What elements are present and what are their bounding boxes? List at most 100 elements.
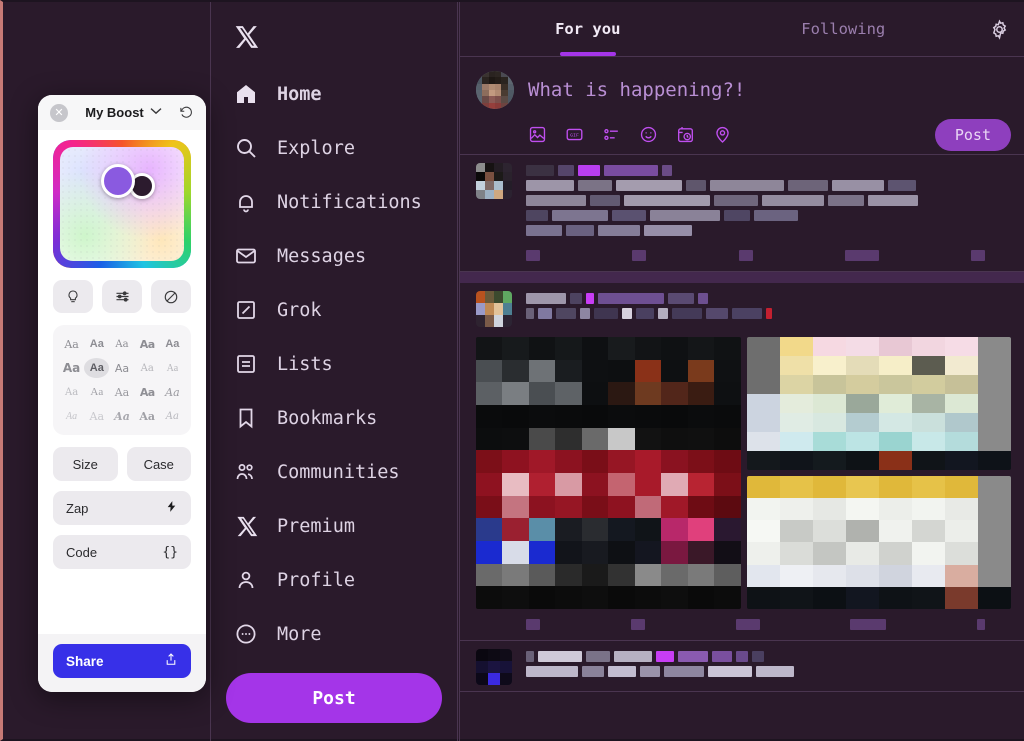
reply-action[interactable] [526, 250, 540, 261]
sidebar-item-messages[interactable]: Messages [225, 229, 457, 283]
image-icon[interactable] [528, 125, 547, 144]
sidebar-item-more[interactable]: More [225, 607, 457, 661]
size-button[interactable]: Size [53, 447, 118, 481]
zap-button[interactable]: Zap [53, 491, 191, 525]
sidebar-item-lists[interactable]: Lists [225, 337, 457, 391]
post-image-3[interactable] [746, 476, 1011, 609]
font-option[interactable]: Aa [135, 406, 160, 426]
repost-action[interactable] [630, 619, 645, 630]
post-actions[interactable] [476, 609, 1011, 634]
color-gradient-picker[interactable] [53, 140, 191, 268]
views-action[interactable] [850, 619, 887, 630]
font-option[interactable]: Aa [135, 382, 160, 402]
share-action[interactable] [977, 619, 985, 630]
font-option[interactable]: Aa [135, 334, 160, 354]
case-button[interactable]: Case [126, 447, 191, 481]
like-action[interactable] [735, 619, 760, 630]
lightbulb-icon[interactable] [53, 280, 93, 313]
code-button[interactable]: Code {} [53, 535, 191, 569]
x-logo[interactable] [225, 15, 275, 59]
boost-panel-body: Aa Aa Aa Aa Aa Aa Aa Aa Aa Aa Aa Aa Aa A… [38, 130, 206, 569]
boost-icon-row [53, 280, 191, 313]
sidebar-item-label: Premium [277, 515, 355, 537]
tab-following[interactable]: Following [716, 2, 972, 56]
ban-icon[interactable] [151, 280, 191, 313]
share-action[interactable] [971, 250, 985, 261]
emoji-icon[interactable] [639, 125, 658, 144]
sidebar-item-grok[interactable]: Grok [225, 283, 457, 337]
avatar[interactable] [476, 649, 512, 685]
sidebar-item-label: Bookmarks [277, 407, 378, 429]
gear-icon[interactable] [971, 2, 1024, 56]
font-option[interactable]: Aa [160, 406, 185, 426]
reply-action[interactable] [526, 619, 540, 630]
avatar[interactable] [476, 291, 512, 327]
like-action[interactable] [738, 250, 753, 261]
font-option[interactable]: Aa [160, 382, 185, 402]
tab-label: For you [555, 20, 621, 38]
post-actions[interactable] [476, 240, 1011, 265]
share-button[interactable]: Share [53, 644, 191, 678]
compose-post-button[interactable]: Post [934, 119, 1011, 151]
location-icon[interactable] [713, 125, 732, 144]
post-image-1[interactable] [476, 337, 741, 609]
boost-panel-title[interactable]: My Boost [68, 105, 179, 120]
sidebar-item-premium[interactable]: Premium [225, 499, 457, 553]
more-circle-icon [233, 621, 259, 647]
sidebar-item-label: Lists [277, 353, 333, 375]
font-option[interactable]: Aa [135, 358, 160, 378]
sidebar-item-profile[interactable]: Profile [225, 553, 457, 607]
font-option[interactable]: Aa [84, 334, 109, 354]
post-media-grid[interactable] [476, 337, 1011, 609]
avatar[interactable] [476, 71, 514, 109]
sliders-icon[interactable] [102, 280, 142, 313]
boost-panel-header: ✕ My Boost [38, 95, 206, 130]
post-text-redacted [526, 649, 1011, 685]
communities-icon [233, 459, 259, 485]
post-text-redacted [526, 163, 1011, 240]
list-item[interactable] [460, 155, 1024, 272]
repost-action[interactable] [632, 250, 647, 261]
font-option[interactable]: Aa [84, 406, 109, 426]
font-option[interactable]: Aa [109, 382, 134, 402]
sidebar-item-home[interactable]: Home [225, 67, 457, 121]
font-style-grid[interactable]: Aa Aa Aa Aa Aa Aa Aa Aa Aa Aa Aa Aa Aa A… [53, 325, 191, 435]
font-option-selected[interactable]: Aa [84, 358, 110, 378]
compose-input[interactable]: What is happening?! [528, 79, 745, 101]
font-option[interactable]: Aa [59, 334, 84, 354]
tab-for-you[interactable]: For you [460, 2, 716, 56]
tab-label: Following [801, 20, 886, 38]
font-option[interactable]: Aa [109, 406, 134, 426]
curly-braces-icon: {} [162, 544, 178, 560]
font-option[interactable]: Aa [160, 334, 185, 354]
font-option[interactable]: Aa [84, 382, 109, 402]
schedule-icon[interactable] [676, 125, 695, 144]
font-option[interactable]: Aa [59, 382, 84, 402]
sidebar-post-button[interactable]: Post [226, 673, 442, 723]
feed-separator [460, 272, 1024, 283]
font-option[interactable]: Aa [109, 358, 134, 378]
list-item[interactable] [460, 283, 1024, 641]
sidebar-item-communities[interactable]: Communities [225, 445, 457, 499]
list-item[interactable] [460, 641, 1024, 692]
swatch-primary[interactable] [101, 164, 135, 198]
post-image-2[interactable] [746, 337, 1011, 470]
share-label: Share [66, 653, 104, 669]
chevron-down-icon[interactable] [150, 107, 162, 118]
sidebar-item-explore[interactable]: Explore [225, 121, 457, 175]
font-option[interactable]: Aa [59, 406, 84, 426]
tab-active-indicator [559, 52, 616, 56]
sidebar-item-bookmarks[interactable]: Bookmarks [225, 391, 457, 445]
sidebar-item-label: More [277, 623, 322, 645]
sidebar-item-notifications[interactable]: Notifications [225, 175, 457, 229]
font-option[interactable]: Aa [109, 334, 134, 354]
gif-icon[interactable]: GIF [565, 125, 584, 144]
x-icon [233, 513, 259, 539]
font-option[interactable]: Aa [59, 358, 84, 378]
font-option[interactable]: Aa [160, 358, 185, 378]
poll-icon[interactable] [602, 125, 621, 144]
avatar[interactable] [476, 163, 512, 199]
reset-icon[interactable] [179, 105, 194, 120]
views-action[interactable] [844, 250, 879, 261]
close-icon[interactable]: ✕ [50, 103, 68, 122]
